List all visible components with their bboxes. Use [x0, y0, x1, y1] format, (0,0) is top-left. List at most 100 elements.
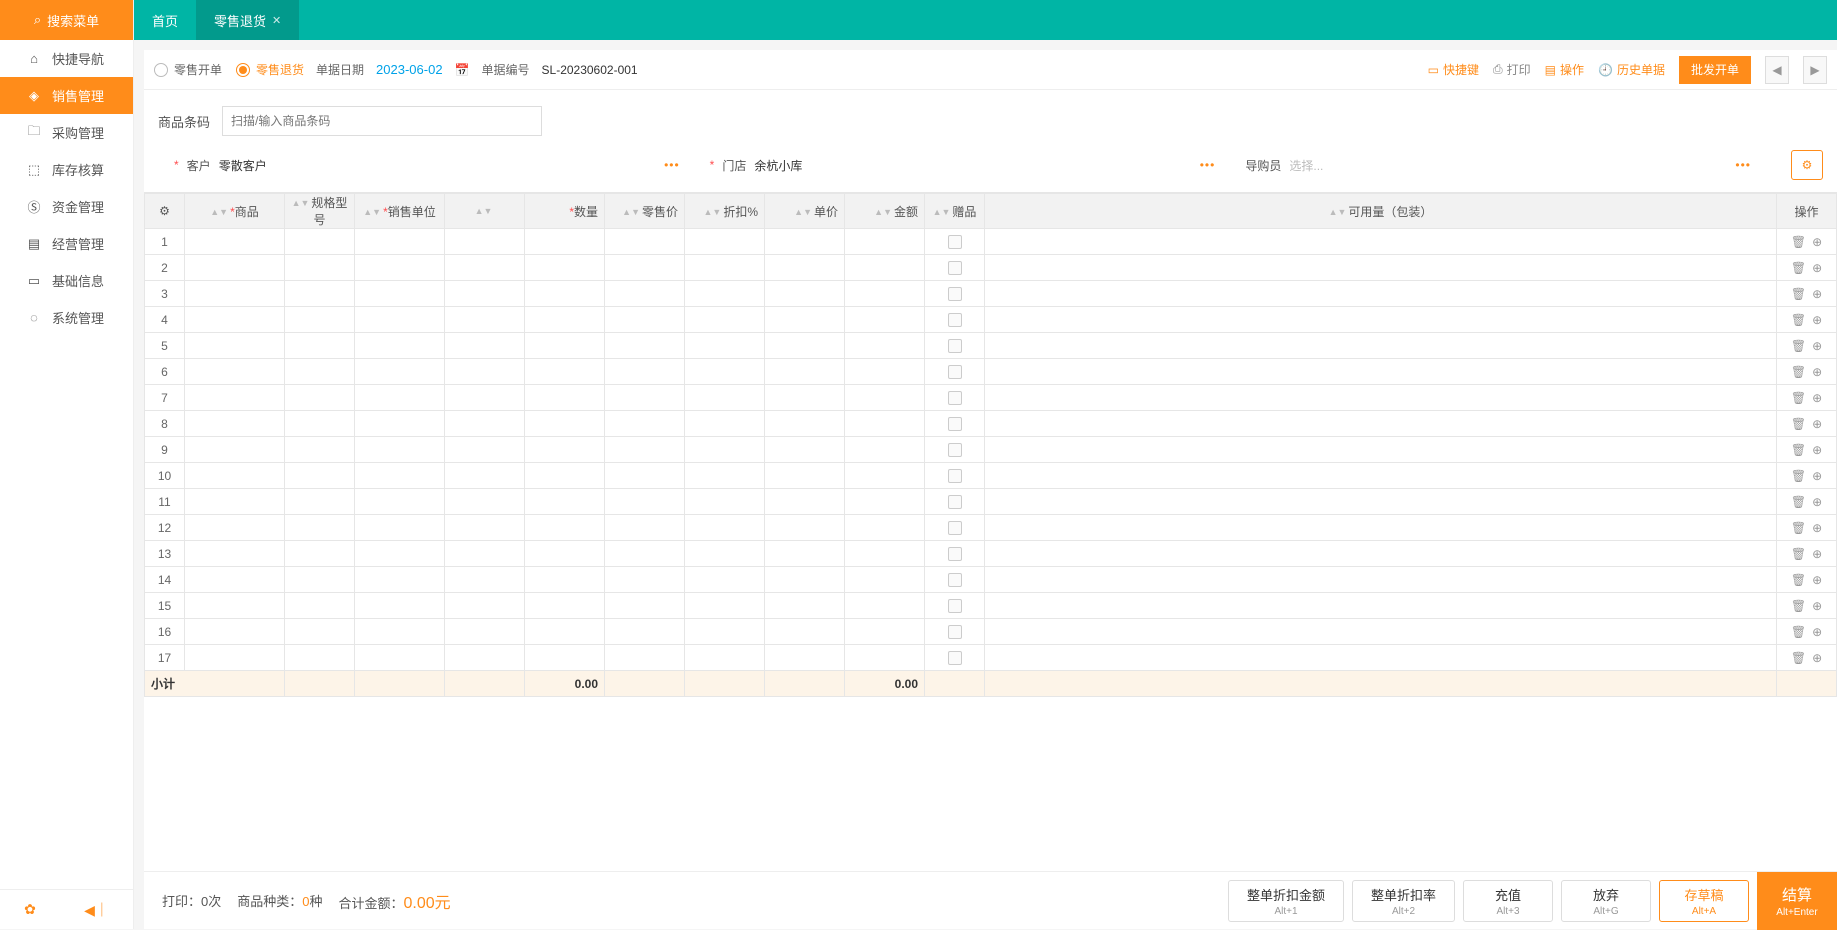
action-充值[interactable]: 充值Alt+3 — [1463, 880, 1553, 922]
settings-icon[interactable]: ✿ — [24, 901, 36, 918]
gift-checkbox[interactable] — [948, 599, 962, 613]
col-price[interactable]: ▲▼单价 — [765, 194, 845, 229]
table-row[interactable]: 9🗑⊕ — [145, 437, 1837, 463]
gift-checkbox[interactable] — [948, 235, 962, 249]
table-row[interactable]: 17🗑⊕ — [145, 645, 1837, 671]
gift-checkbox[interactable] — [948, 625, 962, 639]
nav-item-库存核算[interactable]: ⬚库存核算 — [0, 151, 133, 188]
table-row[interactable]: 7🗑⊕ — [145, 385, 1837, 411]
col-discount[interactable]: ▲▼折扣% — [685, 194, 765, 229]
table-row[interactable]: 16🗑⊕ — [145, 619, 1837, 645]
operate-link[interactable]: ▤ 操作 — [1545, 61, 1584, 78]
col-pad1[interactable]: ▲▼ — [445, 194, 525, 229]
add-icon[interactable]: ⊕ — [1812, 391, 1822, 405]
tab-首页[interactable]: 首页 — [134, 0, 196, 40]
next-arrow-icon[interactable]: ▶ — [1803, 56, 1827, 84]
store-filter[interactable]: * 门店 余杭小库 ••• — [710, 157, 1246, 174]
collapse-icon[interactable]: ◀｜ — [84, 900, 109, 920]
table-row[interactable]: 5🗑⊕ — [145, 333, 1837, 359]
add-icon[interactable]: ⊕ — [1812, 235, 1822, 249]
gift-checkbox[interactable] — [948, 417, 962, 431]
action-存草稿[interactable]: 存草稿Alt+A — [1659, 880, 1749, 922]
add-icon[interactable]: ⊕ — [1812, 625, 1822, 639]
table-row[interactable]: 15🗑⊕ — [145, 593, 1837, 619]
add-icon[interactable]: ⊕ — [1812, 443, 1822, 457]
tab-零售退货[interactable]: 零售退货✕ — [196, 0, 299, 40]
gift-checkbox[interactable] — [948, 469, 962, 483]
more-icon[interactable]: ••• — [1735, 158, 1751, 172]
guide-filter[interactable]: 导购员 选择... ••• — [1245, 157, 1781, 174]
add-icon[interactable]: ⊕ — [1812, 547, 1822, 561]
add-icon[interactable]: ⊕ — [1812, 339, 1822, 353]
action-结算[interactable]: 结算Alt+Enter — [1757, 872, 1837, 930]
gift-checkbox[interactable] — [948, 339, 962, 353]
gift-checkbox[interactable] — [948, 521, 962, 535]
table-row[interactable]: 3🗑⊕ — [145, 281, 1837, 307]
gift-checkbox[interactable] — [948, 495, 962, 509]
nav-item-基础信息[interactable]: ▭基础信息 — [0, 262, 133, 299]
delete-icon[interactable]: 🗑 — [1791, 339, 1806, 353]
gift-checkbox[interactable] — [948, 547, 962, 561]
gift-checkbox[interactable] — [948, 365, 962, 379]
add-icon[interactable]: ⊕ — [1812, 417, 1822, 431]
calendar-icon[interactable]: 📅 — [455, 63, 470, 77]
delete-icon[interactable]: 🗑 — [1791, 599, 1806, 613]
gift-checkbox[interactable] — [948, 391, 962, 405]
action-整单折扣率[interactable]: 整单折扣率Alt+2 — [1352, 880, 1455, 922]
add-icon[interactable]: ⊕ — [1812, 651, 1822, 665]
delete-icon[interactable]: 🗑 — [1791, 261, 1806, 275]
delete-icon[interactable]: 🗑 — [1791, 365, 1806, 379]
close-icon[interactable]: ✕ — [272, 14, 281, 27]
config-gear-icon[interactable]: ⚙ — [1791, 150, 1823, 180]
gift-checkbox[interactable] — [948, 313, 962, 327]
delete-icon[interactable]: 🗑 — [1791, 495, 1806, 509]
nav-item-销售管理[interactable]: ◈销售管理 — [0, 77, 133, 114]
table-row[interactable]: 12🗑⊕ — [145, 515, 1837, 541]
col-qty[interactable]: *数量 — [525, 194, 605, 229]
gift-checkbox[interactable] — [948, 573, 962, 587]
nav-item-经营管理[interactable]: ▤经营管理 — [0, 225, 133, 262]
gift-checkbox[interactable] — [948, 443, 962, 457]
table-row[interactable]: 13🗑⊕ — [145, 541, 1837, 567]
delete-icon[interactable]: 🗑 — [1791, 521, 1806, 535]
gift-checkbox[interactable] — [948, 261, 962, 275]
delete-icon[interactable]: 🗑 — [1791, 391, 1806, 405]
nav-item-资金管理[interactable]: Ⓢ资金管理 — [0, 188, 133, 225]
add-icon[interactable]: ⊕ — [1812, 495, 1822, 509]
date-value[interactable]: 2023-06-02 — [376, 62, 443, 77]
action-整单折扣金额[interactable]: 整单折扣金额Alt+1 — [1228, 880, 1344, 922]
col-amount[interactable]: ▲▼金额 — [845, 194, 925, 229]
delete-icon[interactable]: 🗑 — [1791, 287, 1806, 301]
add-icon[interactable]: ⊕ — [1812, 287, 1822, 301]
nav-item-系统管理[interactable]: ◌系统管理 — [0, 299, 133, 336]
add-icon[interactable]: ⊕ — [1812, 313, 1822, 327]
table-row[interactable]: 14🗑⊕ — [145, 567, 1837, 593]
table-wrap[interactable]: ⚙ ▲▼*商品 ▲▼规格型号 ▲▼*销售单位 ▲▼ *数量 ▲▼零售价 ▲▼折扣… — [144, 192, 1837, 871]
shortcut-link[interactable]: ▭ 快捷键 — [1428, 61, 1479, 78]
more-icon[interactable]: ••• — [664, 158, 680, 172]
table-row[interactable]: 8🗑⊕ — [145, 411, 1837, 437]
gift-checkbox[interactable] — [948, 287, 962, 301]
delete-icon[interactable]: 🗑 — [1791, 625, 1806, 639]
delete-icon[interactable]: 🗑 — [1791, 313, 1806, 327]
batch-order-button[interactable]: 批发开单 — [1679, 56, 1751, 84]
nav-item-快捷导航[interactable]: ⌂快捷导航 — [0, 40, 133, 77]
radio-retail-return[interactable]: 零售退货 — [236, 61, 304, 78]
nav-item-采购管理[interactable]: 🗀采购管理 — [0, 114, 133, 151]
table-row[interactable]: 1🗑⊕ — [145, 229, 1837, 255]
table-row[interactable]: 11🗑⊕ — [145, 489, 1837, 515]
history-link[interactable]: 🕘 历史单据 — [1598, 61, 1665, 78]
add-icon[interactable]: ⊕ — [1812, 261, 1822, 275]
add-icon[interactable]: ⊕ — [1812, 365, 1822, 379]
customer-filter[interactable]: * 客户 零散客户 ••• — [174, 157, 710, 174]
action-放弃[interactable]: 放弃Alt+G — [1561, 880, 1651, 922]
barcode-input[interactable] — [222, 106, 542, 136]
prev-arrow-icon[interactable]: ◀ — [1765, 56, 1789, 84]
delete-icon[interactable]: 🗑 — [1791, 235, 1806, 249]
col-product[interactable]: ▲▼*商品 — [185, 194, 285, 229]
add-icon[interactable]: ⊕ — [1812, 521, 1822, 535]
col-gift[interactable]: ▲▼赠品 — [925, 194, 985, 229]
col-spec[interactable]: ▲▼规格型号 — [285, 194, 355, 229]
delete-icon[interactable]: 🗑 — [1791, 651, 1806, 665]
delete-icon[interactable]: 🗑 — [1791, 443, 1806, 457]
